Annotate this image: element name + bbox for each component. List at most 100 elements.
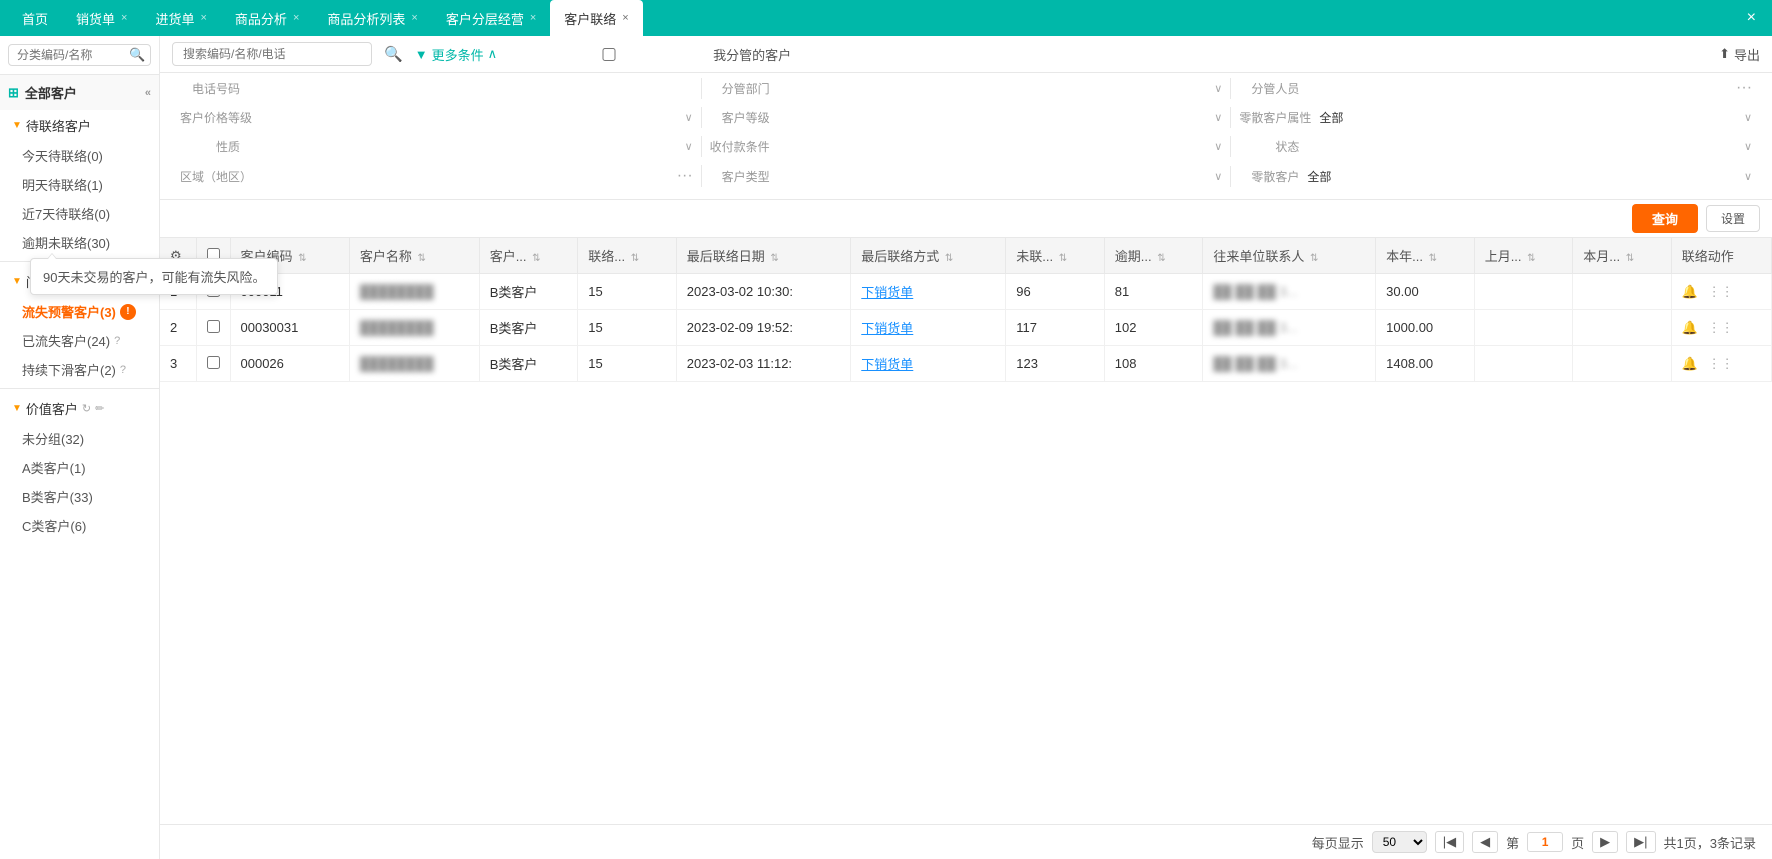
name-sort-icon[interactable]: ⇅ (417, 253, 425, 264)
status-select[interactable]: ∨ (1307, 140, 1752, 153)
sidebar-all-customers[interactable]: ⊞ 全部客户 « (0, 75, 159, 110)
cell-no-contact: 96 (1006, 274, 1105, 310)
search-button[interactable]: 🔍 (384, 45, 403, 63)
sidebar-item-class-c[interactable]: C类客户(6) (0, 511, 159, 540)
window-close-button[interactable]: × (1739, 9, 1764, 27)
contact-method-link-1[interactable]: 下销货单 (861, 321, 913, 336)
settings-button[interactable]: 设置 (1706, 205, 1760, 232)
contact-sort-icon[interactable]: ⇅ (631, 253, 639, 264)
customer-type-select[interactable]: ∨ (778, 170, 1223, 183)
type-sort-icon[interactable]: ⇅ (532, 253, 540, 264)
refresh-icon[interactable]: ↻ (82, 402, 91, 415)
th-this-year: 本年... ⇅ (1376, 238, 1475, 274)
nav-product-analysis-list[interactable]: 商品分析列表 × (313, 0, 431, 36)
cell-this-year: 1000.00 (1376, 310, 1475, 346)
nav-product-analysis[interactable]: 商品分析 × (221, 0, 313, 36)
nature-label: 性质 (180, 138, 240, 155)
date-sort-icon[interactable]: ⇅ (770, 253, 778, 264)
last-page-button[interactable]: ▶| (1626, 831, 1655, 853)
action-icon-more-0[interactable]: ⋮⋮ (1708, 284, 1734, 299)
sidebar-item-overdue[interactable]: 逾期未联络(30) (0, 228, 159, 257)
search-input[interactable] (172, 42, 372, 66)
row-checkbox-1[interactable] (207, 320, 220, 333)
edit-icon[interactable]: ✏ (95, 402, 104, 415)
nav-purchase-close[interactable]: × (200, 12, 206, 24)
my-customers-checkbox-label[interactable]: 我分管的客户 (509, 45, 791, 64)
this-year-sort-icon[interactable]: ⇅ (1429, 253, 1437, 264)
more-conditions-button[interactable]: ▼ 更多条件 ∧ (415, 45, 497, 64)
first-page-button[interactable]: |◀ (1435, 831, 1464, 853)
person-select[interactable]: ··· (1307, 79, 1752, 97)
top-nav: 首页 销货单 × 进货单 × 商品分析 × 商品分析列表 × 客户分层经营 × … (0, 0, 1772, 36)
nav-customer-tier[interactable]: 客户分层经营 × (432, 0, 550, 36)
dept-select[interactable]: ∨ (778, 82, 1223, 95)
sidebar-item-7days-pending[interactable]: 近7天待联络(0) (0, 199, 159, 228)
nav-customer-contact[interactable]: 客户联络 × (550, 0, 642, 36)
query-button[interactable]: 查询 (1632, 204, 1698, 233)
sidebar-group-value[interactable]: ▼ 价值客户 ↻ ✏ (0, 393, 159, 424)
sidebar-item-churned[interactable]: 已流失客户(24) ? (0, 326, 159, 355)
cell-action: 🔔 ⋮⋮ (1671, 274, 1771, 310)
action-icon-bell-2[interactable]: 🔔 (1682, 356, 1698, 371)
nav-product-analysis-list-close[interactable]: × (411, 12, 417, 24)
retail-attr-select[interactable]: 全部 ∨ (1319, 109, 1752, 126)
code-sort-icon[interactable]: ⇅ (298, 253, 306, 264)
filter-row-3: 性质 ∨ 收付款条件 ∨ 状态 (172, 132, 1760, 161)
sidebar-item-class-b[interactable]: B类客户(33) (0, 482, 159, 511)
filter-cell-dept: 分管部门 ∨ (702, 78, 1232, 99)
action-icon-more-1[interactable]: ⋮⋮ (1708, 320, 1734, 335)
last-month-sort-icon[interactable]: ⇅ (1527, 253, 1535, 264)
nav-customer-tier-close[interactable]: × (530, 12, 536, 24)
cell-customer-type: B类客户 (479, 346, 578, 382)
cell-last-contact-date: 2023-02-09 19:52: (676, 310, 851, 346)
contact-method-link-0[interactable]: 下销货单 (861, 285, 913, 300)
sidebar-group-pending[interactable]: ▼ 待联络客户 (0, 110, 159, 141)
th-overdue: 逾期... ⇅ (1104, 238, 1203, 274)
arrow-down-icon: ▼ (12, 120, 22, 131)
my-customers-checkbox[interactable] (509, 48, 709, 61)
sidebar-search-icon: 🔍 (129, 47, 145, 63)
action-icon-bell-0[interactable]: 🔔 (1682, 284, 1698, 299)
nature-select[interactable]: ∨ (248, 140, 693, 153)
nav-home[interactable]: 首页 (8, 0, 62, 36)
price-grade-select[interactable]: ∨ (260, 111, 693, 124)
method-sort-icon[interactable]: ⇅ (945, 253, 953, 264)
next-page-button[interactable]: ▶ (1592, 831, 1618, 853)
person-dots-button[interactable]: ··· (1736, 79, 1752, 97)
no-contact-sort-icon[interactable]: ⇅ (1059, 253, 1067, 264)
sidebar-item-class-a[interactable]: A类客户(1) (0, 453, 159, 482)
page-number-input[interactable] (1527, 832, 1563, 852)
sidebar-item-ungrouped[interactable]: 未分组(32) (0, 424, 159, 453)
retail-customer-select[interactable]: 全部 ∨ (1307, 168, 1752, 185)
overdue-sort-icon[interactable]: ⇅ (1157, 253, 1165, 264)
customer-grade-select[interactable]: ∨ (778, 111, 1223, 124)
nav-purchase[interactable]: 进货单 × (141, 0, 220, 36)
sidebar-item-today-pending[interactable]: 今天待联络(0) (0, 141, 159, 170)
contact-person-sort-icon[interactable]: ⇅ (1310, 253, 1318, 264)
nav-product-analysis-close[interactable]: × (293, 12, 299, 24)
sidebar-item-declining[interactable]: 持续下滑客户(2) ? (0, 355, 159, 384)
area-dots-button[interactable]: ··· (677, 167, 693, 185)
contact-method-link-2[interactable]: 下销货单 (861, 357, 913, 372)
row-checkbox-2[interactable] (207, 356, 220, 369)
prev-page-button[interactable]: ◀ (1472, 831, 1498, 853)
th-name: 客户名称 ⇅ (349, 238, 479, 274)
filter-cell-status: 状态 ∨ (1231, 136, 1760, 157)
this-month-sort-icon[interactable]: ⇅ (1626, 253, 1634, 264)
tooltip-churn-warning: 90天未交易的客户，可能有流失风险。 (30, 258, 160, 295)
phone-input[interactable] (248, 81, 693, 95)
nav-sales-close[interactable]: × (121, 12, 127, 24)
export-button[interactable]: ⬆ 导出 (1719, 45, 1760, 64)
cell-seq: 2 (160, 310, 196, 346)
sidebar-item-tomorrow-pending[interactable]: 明天待联络(1) (0, 170, 159, 199)
nav-customer-contact-close[interactable]: × (622, 12, 628, 24)
nav-sales[interactable]: 销货单 × (62, 0, 141, 36)
cell-contact-person: ██ ██ ██ 3... (1203, 310, 1376, 346)
page-size-select[interactable]: 50 10 20 100 (1372, 831, 1427, 853)
area-select[interactable]: ··· (260, 167, 693, 185)
payment-select[interactable]: ∨ (778, 140, 1223, 153)
sidebar-item-churn-warning[interactable]: 流失预警客户(3) ! (0, 297, 159, 326)
action-icon-bell-1[interactable]: 🔔 (1682, 320, 1698, 335)
action-icon-more-2[interactable]: ⋮⋮ (1708, 356, 1734, 371)
cell-overdue: 81 (1104, 274, 1203, 310)
